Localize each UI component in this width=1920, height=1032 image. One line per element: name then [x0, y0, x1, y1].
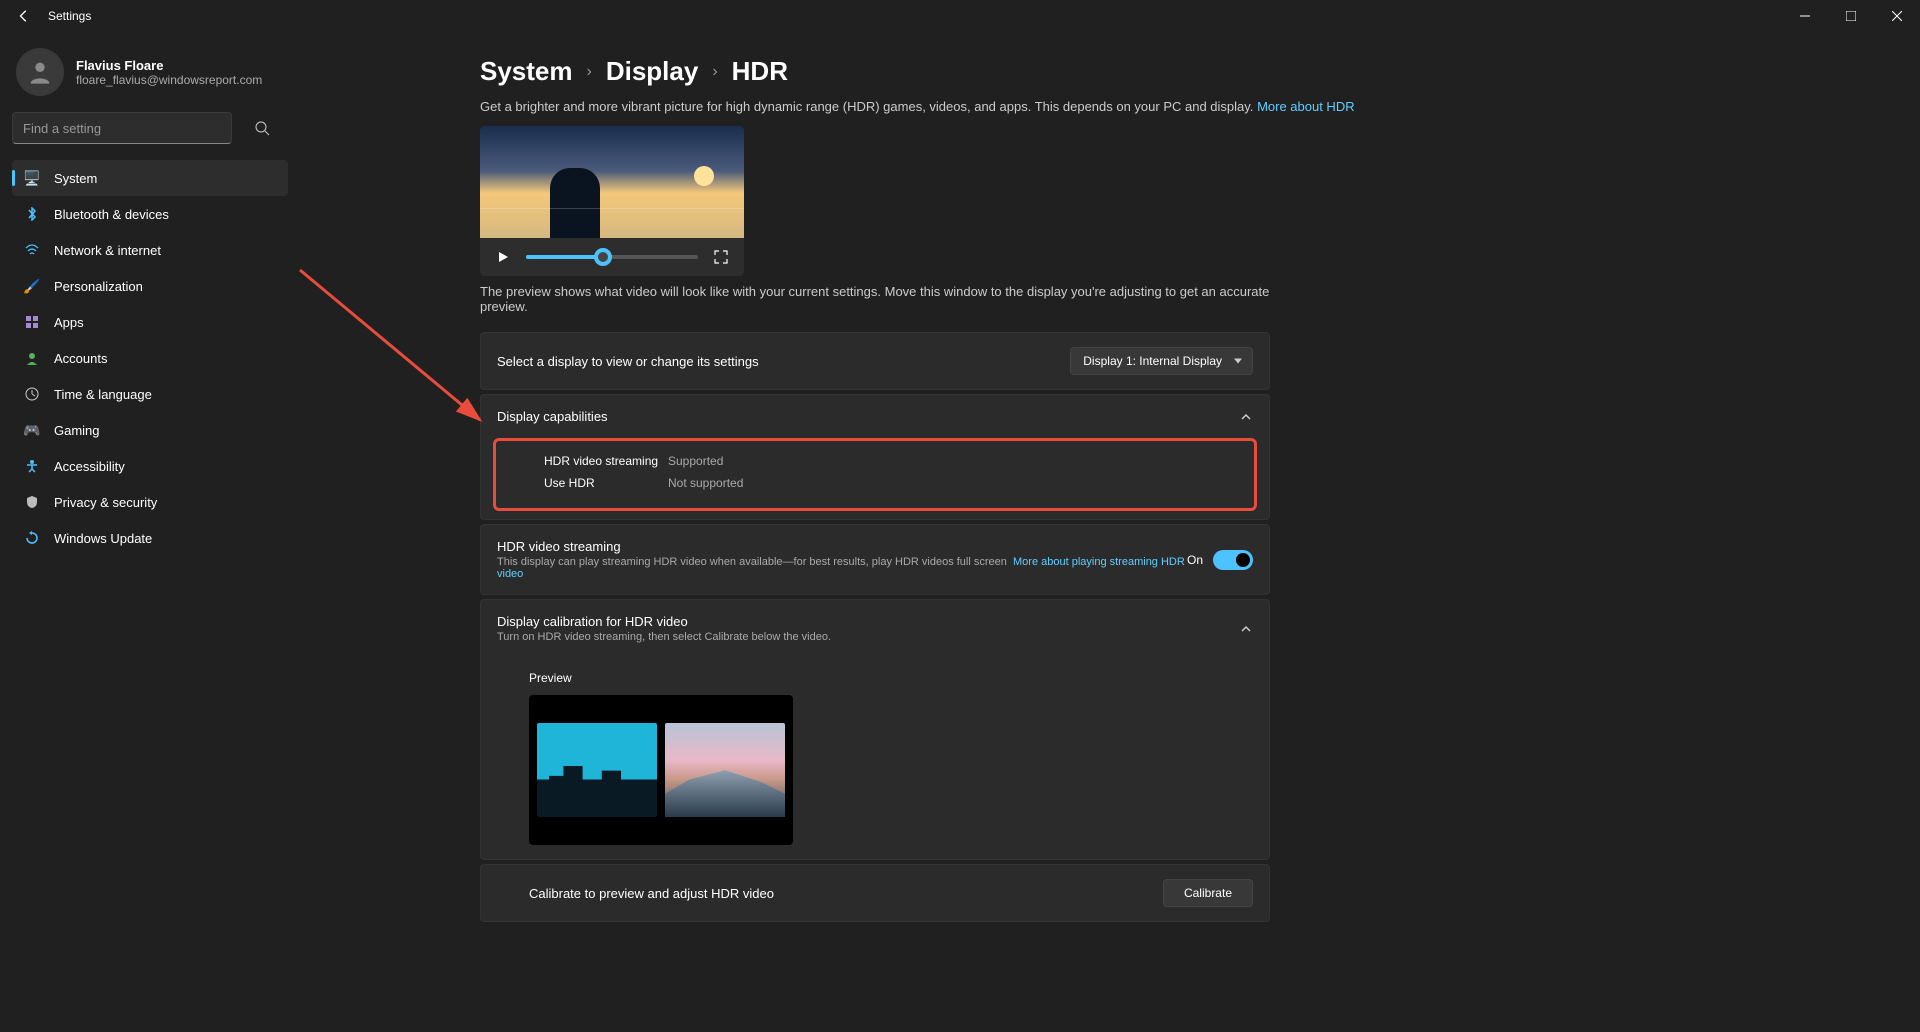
- maximize-button[interactable]: [1828, 0, 1874, 32]
- chevron-right-icon: ›: [712, 63, 717, 81]
- search-icon: [254, 120, 270, 136]
- capabilities-header[interactable]: Display capabilities: [481, 395, 1269, 438]
- video-controls: [480, 238, 744, 276]
- nav-bluetooth[interactable]: Bluetooth & devices: [12, 196, 288, 232]
- network-icon: [24, 242, 40, 258]
- gaming-icon: 🎮: [24, 422, 40, 438]
- back-button[interactable]: [16, 8, 32, 24]
- capability-row: HDR video streaming Supported: [544, 451, 1238, 473]
- accessibility-icon: [24, 458, 40, 474]
- breadcrumb-display[interactable]: Display: [606, 56, 699, 87]
- calibrate-button[interactable]: Calibrate: [1163, 879, 1253, 907]
- calibration-card: Display calibration for HDR video Turn o…: [480, 599, 1270, 860]
- brush-icon: 🖌️: [24, 278, 40, 294]
- preview-hdr: [665, 723, 785, 817]
- display-dropdown[interactable]: Display 1: Internal Display: [1070, 347, 1253, 375]
- nav-label: Privacy & security: [54, 495, 157, 510]
- brightness-slider[interactable]: [526, 255, 698, 259]
- nav-time[interactable]: Time & language: [12, 376, 288, 412]
- calibration-title: Display calibration for HDR video: [497, 614, 831, 629]
- nav-accounts[interactable]: Accounts: [12, 340, 288, 376]
- nav-gaming[interactable]: 🎮 Gaming: [12, 412, 288, 448]
- nav-personalization[interactable]: 🖌️ Personalization: [12, 268, 288, 304]
- toggle-state-label: On: [1187, 553, 1203, 567]
- hdr-description: Get a brighter and more vibrant picture …: [480, 99, 1872, 114]
- more-about-hdr-link[interactable]: More about HDR: [1257, 99, 1355, 114]
- preview-note: The preview shows what video will look l…: [480, 284, 1270, 314]
- sidebar: Flavius Floare floare_flavius@windowsrep…: [0, 32, 300, 1032]
- minimize-button[interactable]: [1782, 0, 1828, 32]
- close-button[interactable]: [1874, 0, 1920, 32]
- nav-label: Time & language: [54, 387, 152, 402]
- calibrate-label: Calibrate to preview and adjust HDR vide…: [497, 886, 774, 901]
- nav-privacy[interactable]: Privacy & security: [12, 484, 288, 520]
- nav-label: Network & internet: [54, 243, 161, 258]
- chevron-up-icon: [1239, 410, 1253, 424]
- breadcrumb-system[interactable]: System: [480, 56, 573, 87]
- nav-label: Gaming: [54, 423, 100, 438]
- nav-update[interactable]: Windows Update: [12, 520, 288, 556]
- apps-icon: [24, 314, 40, 330]
- avatar: [16, 48, 64, 96]
- nav-label: Accessibility: [54, 459, 125, 474]
- display-capabilities-card: Display capabilities HDR video streaming…: [480, 394, 1270, 520]
- calibration-preview: [529, 695, 793, 845]
- hdr-streaming-sub: This display can play streaming HDR vide…: [497, 556, 1187, 580]
- accounts-icon: [24, 350, 40, 366]
- nav-label: System: [54, 171, 97, 186]
- nav-label: Accounts: [54, 351, 107, 366]
- user-profile[interactable]: Flavius Floare floare_flavius@windowsrep…: [12, 44, 288, 112]
- video-thumbnail: [480, 126, 744, 238]
- window-controls: [1782, 0, 1920, 32]
- shield-icon: [24, 494, 40, 510]
- nav-label: Windows Update: [54, 531, 152, 546]
- nav-system[interactable]: 🖥️ System: [12, 160, 288, 196]
- play-button[interactable]: [494, 248, 512, 266]
- content-area: System › Display › HDR Get a brighter an…: [300, 32, 1920, 1032]
- bluetooth-icon: [24, 206, 40, 222]
- nav-network[interactable]: Network & internet: [12, 232, 288, 268]
- nav-label: Bluetooth & devices: [54, 207, 169, 222]
- nav-label: Personalization: [54, 279, 143, 294]
- chevron-right-icon: ›: [587, 63, 592, 81]
- annotation-highlight: HDR video streaming Supported Use HDR No…: [493, 438, 1257, 511]
- calibration-sub: Turn on HDR video streaming, then select…: [497, 631, 831, 643]
- display-selector-label: Select a display to view or change its s…: [497, 354, 759, 369]
- display-selector-card: Select a display to view or change its s…: [480, 332, 1270, 390]
- nav-apps[interactable]: Apps: [12, 304, 288, 340]
- capabilities-title: Display capabilities: [497, 409, 608, 424]
- nav-accessibility[interactable]: Accessibility: [12, 448, 288, 484]
- titlebar: Settings: [0, 0, 1920, 32]
- system-icon: 🖥️: [24, 170, 40, 186]
- preview-sdr: [537, 723, 657, 817]
- fullscreen-button[interactable]: [712, 248, 730, 266]
- breadcrumb-hdr: HDR: [732, 56, 788, 87]
- user-email: floare_flavius@windowsreport.com: [76, 73, 262, 87]
- update-icon: [24, 530, 40, 546]
- calibrate-action-card: Calibrate to preview and adjust HDR vide…: [480, 864, 1270, 922]
- nav-label: Apps: [54, 315, 84, 330]
- time-icon: [24, 386, 40, 402]
- search-input[interactable]: [12, 112, 232, 144]
- capability-row: Use HDR Not supported: [544, 473, 1238, 495]
- hdr-streaming-card: HDR video streaming This display can pla…: [480, 524, 1270, 595]
- window-title: Settings: [48, 9, 91, 23]
- hdr-streaming-title: HDR video streaming: [497, 539, 1187, 554]
- slider-thumb[interactable]: [594, 248, 612, 266]
- chevron-up-icon: [1239, 622, 1253, 636]
- preview-label: Preview: [529, 671, 1253, 685]
- hdr-streaming-toggle[interactable]: [1213, 550, 1253, 570]
- breadcrumb: System › Display › HDR: [480, 56, 1872, 87]
- user-name: Flavius Floare: [76, 58, 262, 73]
- hdr-video-preview: [480, 126, 744, 276]
- calibration-header[interactable]: Display calibration for HDR video Turn o…: [481, 600, 1269, 657]
